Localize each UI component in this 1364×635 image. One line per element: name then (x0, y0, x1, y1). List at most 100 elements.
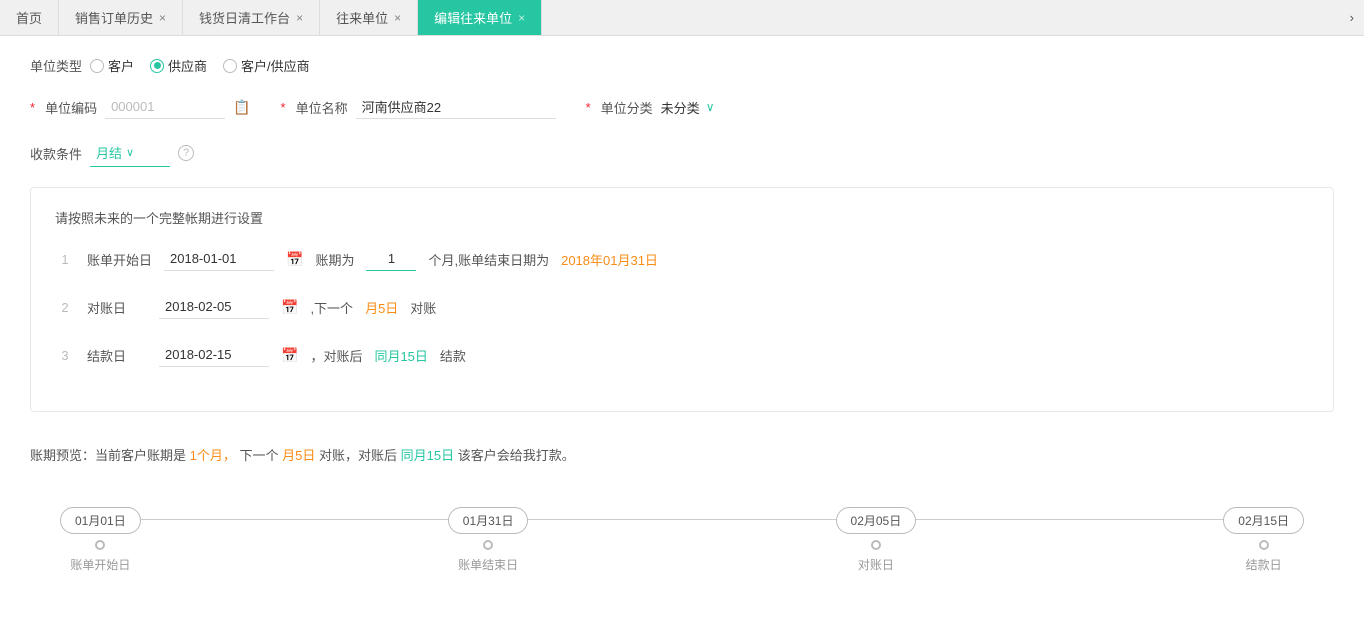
unit-type-item: 单位类型 客户 供应商 客户/供应商 (30, 56, 310, 75)
payment-date-input[interactable] (159, 343, 269, 367)
close-icon[interactable]: × (296, 11, 303, 25)
preview-section: 账期预览：当前客户账期是 1个月， 下一个 月5日 对账，对账后 同月15日 该… (30, 428, 1334, 615)
unit-type-label: 单位类型 (30, 56, 82, 75)
period-suffix-pre: 个月,账单结束日期为 (428, 250, 549, 269)
radio-supplier-circle (150, 59, 164, 73)
collect-condition-dropdown[interactable]: 月结 ∨ (90, 139, 170, 167)
collect-condition-row: 收款条件 月结 ∨ ? (30, 139, 1334, 167)
copy-icon[interactable]: 📋 (233, 99, 250, 116)
calendar-icon-1[interactable]: 📅 (286, 251, 303, 268)
unit-type-row: 单位类型 客户 供应商 客户/供应商 (30, 56, 1334, 75)
timeline-badge-4: 02月15日 (1223, 507, 1304, 534)
required-star: * (30, 100, 35, 115)
reconcile-highlight: 月5日 (365, 298, 398, 317)
tab-edit-label: 编辑往来单位 (434, 8, 512, 27)
timeline-label-1: 账单开始日 (70, 556, 130, 573)
timeline-item-3: 02月05日 对账日 (836, 507, 917, 573)
chevron-down-icon: ∨ (706, 100, 715, 114)
collect-condition-value: 月结 (96, 143, 122, 162)
preview-period: 1个月， (190, 448, 236, 463)
radio-customer-label: 客户 (108, 56, 134, 75)
unit-category-value: 未分类 (661, 98, 700, 117)
unit-category-label: 单位分类 (601, 98, 653, 117)
timeline-item-2: 01月31日 账单结束日 (448, 507, 529, 573)
timeline-label-2: 账单结束日 (458, 556, 518, 573)
timeline-dot-2 (483, 540, 493, 550)
tab-partners[interactable]: 往来单位 × (320, 0, 418, 35)
close-icon[interactable]: × (159, 11, 166, 25)
tab-partners-label: 往来单位 (336, 8, 388, 27)
unit-info-row: * 单位编码 📋 * 单位名称 * 单位分类 未分类 ∨ (30, 95, 1334, 119)
chevron-down-icon-2: ∨ (126, 146, 134, 159)
timeline-badge-3: 02月05日 (836, 507, 917, 534)
close-icon[interactable]: × (394, 11, 401, 25)
main-content: 单位类型 客户 供应商 客户/供应商 * 单位编码 (0, 36, 1364, 635)
timeline-items: 01月01日 账单开始日 01月31日 账单结束日 02月05日 对账日 02月… (60, 507, 1304, 573)
reconcile-desc-post: 对账 (410, 298, 436, 317)
tab-more-button[interactable]: › (1340, 0, 1364, 35)
timeline-label-3: 对账日 (858, 556, 894, 573)
radio-both-label: 客户/供应商 (241, 56, 310, 75)
reconcile-row: 2 对账日 📅 ,下一个 月5日 对账 (55, 295, 1309, 319)
payment-highlight: 同月15日 (374, 346, 427, 365)
timeline-dot-3 (871, 540, 881, 550)
tab-home-label: 首页 (16, 8, 42, 27)
row-num-1: 1 (55, 252, 75, 267)
radio-supplier[interactable]: 供应商 (150, 56, 207, 75)
preview-payment-suffix: 该客户会给我打款。 (458, 448, 575, 463)
chevron-right-icon: › (1350, 10, 1354, 25)
radio-group: 客户 供应商 客户/供应商 (90, 56, 310, 75)
reconcile-desc-pre: ,下一个 (310, 298, 353, 317)
unit-code-input[interactable] (105, 95, 225, 119)
unit-category-item: * 单位分类 未分类 ∨ (586, 98, 821, 117)
tab-sales-order[interactable]: 销售订单历史 × (59, 0, 183, 35)
preview-payment-highlight: 同月15日 (401, 448, 454, 463)
unit-name-input[interactable] (356, 95, 556, 119)
radio-supplier-label: 供应商 (168, 56, 207, 75)
tab-home[interactable]: 首页 (0, 0, 59, 35)
tab-cash-work[interactable]: 钱货日清工作台 × (183, 0, 320, 35)
tab-cash-label: 钱货日清工作台 (199, 8, 290, 27)
timeline-item-4: 02月15日 结款日 (1223, 507, 1304, 573)
radio-customer[interactable]: 客户 (90, 56, 134, 75)
timeline-container: 01月01日 账单开始日 01月31日 账单结束日 02月05日 对账日 02月… (30, 487, 1334, 603)
payment-label: 结款日 (87, 346, 147, 365)
close-icon[interactable]: × (518, 11, 525, 25)
reconcile-label: 对账日 (87, 298, 147, 317)
period-for-label: 账期为 (315, 250, 354, 269)
preview-period-suffix: 下一个 (240, 448, 279, 463)
preview-reconcile-highlight: 月5日 (282, 448, 315, 463)
unit-name-label: 单位名称 (296, 98, 348, 117)
period-end-date: 2018年01月31日 (561, 250, 658, 269)
unit-code-label: 单位编码 (45, 98, 97, 117)
required-star-2: * (281, 100, 286, 115)
timeline-label-4: 结款日 (1246, 556, 1282, 573)
timeline-dot-4 (1259, 540, 1269, 550)
period-settings-section: 请按照未来的一个完整帐期进行设置 1 账单开始日 📅 账期为 个月,账单结束日期… (30, 187, 1334, 412)
preview-reconcile-suffix: 对账，对账后 (319, 448, 397, 463)
calendar-icon-3[interactable]: 📅 (281, 347, 298, 364)
unit-name-item: * 单位名称 (281, 95, 556, 119)
required-star-3: * (586, 100, 591, 115)
timeline-dot-1 (95, 540, 105, 550)
payment-desc-pre: ，对账后 (310, 346, 362, 365)
section-title: 请按照未来的一个完整帐期进行设置 (55, 208, 1309, 227)
tab-edit-partner[interactable]: 编辑往来单位 × (418, 0, 542, 35)
help-icon[interactable]: ? (178, 145, 194, 161)
unit-code-item: * 单位编码 📋 (30, 95, 251, 119)
account-start-date-input[interactable] (164, 247, 274, 271)
row-num-3: 3 (55, 348, 75, 363)
account-start-row: 1 账单开始日 📅 账期为 个月,账单结束日期为 2018年01月31日 (55, 247, 1309, 271)
radio-both-circle (223, 59, 237, 73)
row-num-2: 2 (55, 300, 75, 315)
reconcile-date-input[interactable] (159, 295, 269, 319)
collect-condition-label: 收款条件 (30, 144, 82, 163)
unit-category-dropdown[interactable]: 未分类 ∨ (661, 98, 821, 117)
radio-both[interactable]: 客户/供应商 (223, 56, 310, 75)
account-start-label: 账单开始日 (87, 250, 152, 269)
tab-bar: 首页 销售订单历史 × 钱货日清工作台 × 往来单位 × 编辑往来单位 × › (0, 0, 1364, 36)
timeline-badge-2: 01月31日 (448, 507, 529, 534)
period-months-input[interactable] (366, 247, 416, 271)
calendar-icon-2[interactable]: 📅 (281, 299, 298, 316)
timeline-item-1: 01月01日 账单开始日 (60, 507, 141, 573)
